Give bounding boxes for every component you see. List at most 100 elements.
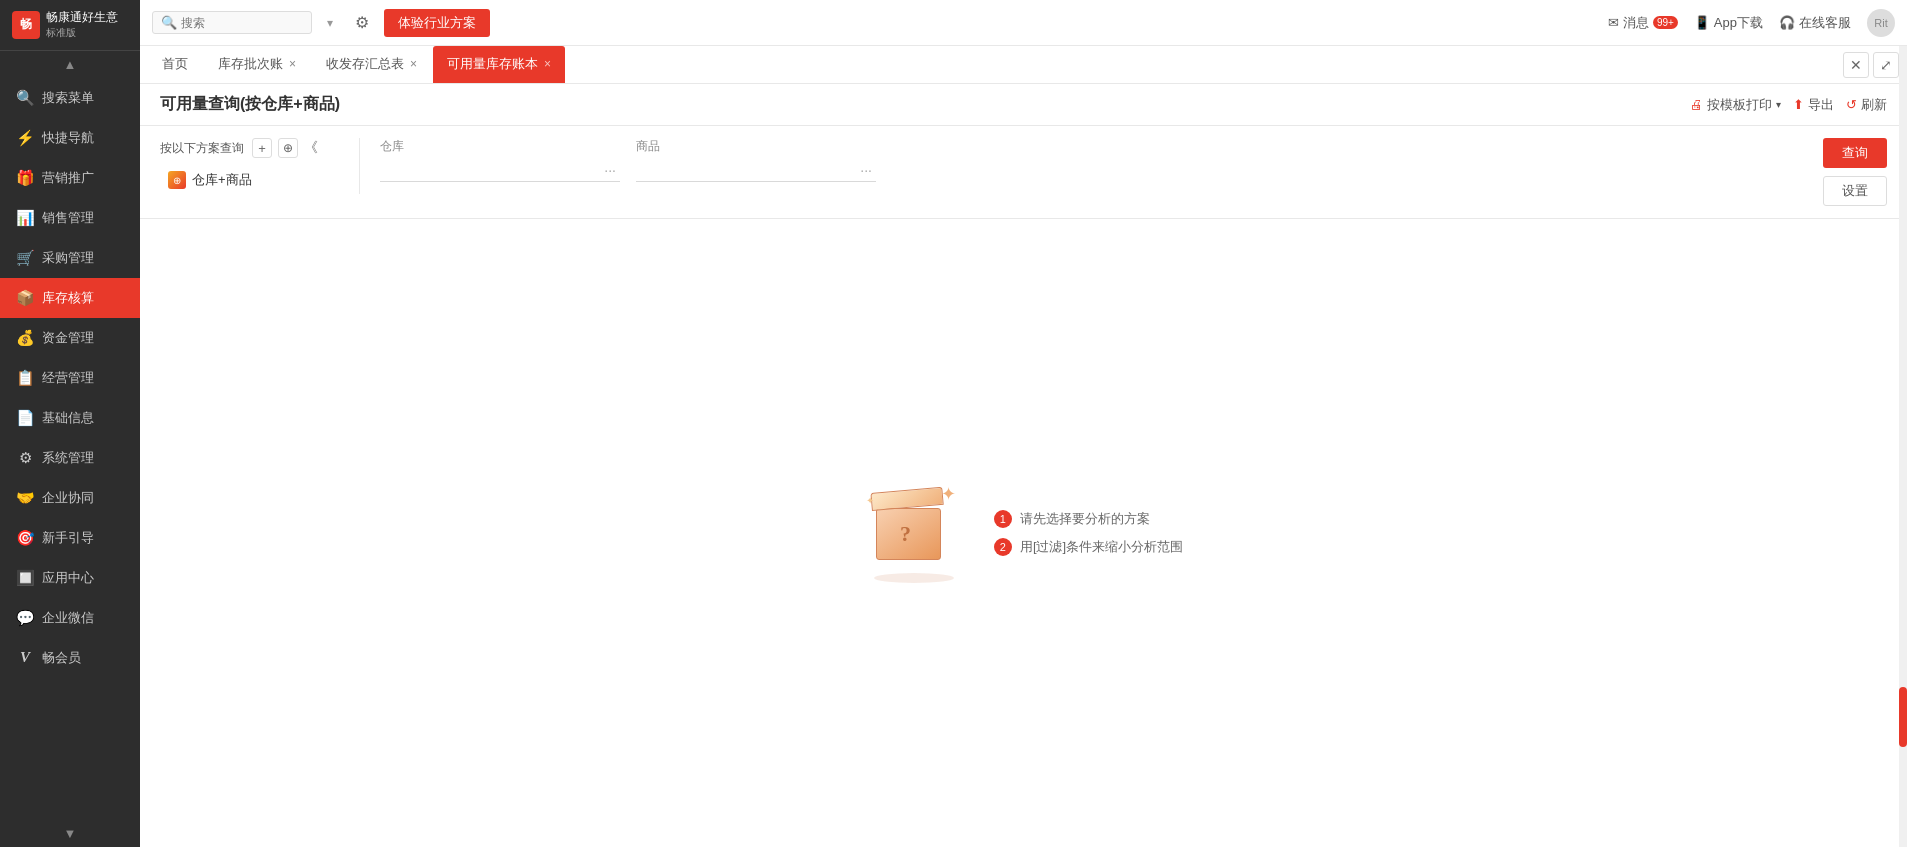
warehouse-filter-label: 仓库 xyxy=(380,138,620,155)
print-icon: 🖨 xyxy=(1690,97,1703,112)
tab-batch-account[interactable]: 库存批次账 × xyxy=(204,46,310,83)
logo-text: 畅康通好生意 标准版 xyxy=(46,10,118,40)
system-icon: ⚙ xyxy=(16,449,34,467)
sidebar-nav: 🔍 搜索菜单 ⚡ 快捷导航 🎁 营销推广 📊 销售管理 🛒 采购管理 📦 库存核… xyxy=(0,78,140,820)
warehouse-input[interactable] xyxy=(384,163,604,178)
product-filter-group: 商品 ··· xyxy=(636,138,876,182)
scheme-item-warehouse-product[interactable]: ⊕ 仓库+商品 xyxy=(160,166,343,194)
empty-tip-1: 1 请先选择要分析的方案 xyxy=(994,510,1183,528)
message-icon: ✉ xyxy=(1608,15,1619,30)
finance-icon: 💰 xyxy=(16,329,34,347)
page-header: 可用量查询(按仓库+商品) 🖨 按模板打印 ▾ ⬆ 导出 ↺ 刷新 xyxy=(140,84,1907,126)
sidebar-item-sales[interactable]: 📊 销售管理 xyxy=(0,198,140,238)
sidebar-item-app-center[interactable]: 🔲 应用中心 xyxy=(0,558,140,598)
wechat-icon: 💬 xyxy=(16,609,34,627)
settings-button[interactable]: 设置 xyxy=(1823,176,1887,206)
sidebar-item-vip[interactable]: V 畅会员 xyxy=(0,638,140,678)
warehouse-filter-input[interactable]: ··· xyxy=(380,159,620,182)
trial-industry-btn[interactable]: 体验行业方案 xyxy=(384,9,490,37)
tip-num-2: 2 xyxy=(994,538,1012,556)
product-filter-input[interactable]: ··· xyxy=(636,159,876,182)
sales-icon: 📊 xyxy=(16,209,34,227)
online-service-btn[interactable]: 🎧 在线客服 xyxy=(1779,14,1851,32)
tab-close-receipt-summary[interactable]: × xyxy=(410,57,417,71)
right-scrollbar[interactable] xyxy=(1899,46,1907,847)
headset-icon: 🎧 xyxy=(1779,15,1795,30)
tab-maximize-btn[interactable]: ⤢ xyxy=(1873,52,1899,78)
sidebar-item-finance[interactable]: 💰 资金管理 xyxy=(0,318,140,358)
search-icon: 🔍 xyxy=(16,89,34,107)
topbar-dropdown-btn[interactable]: ▾ xyxy=(320,13,340,33)
filter-section: 按以下方案查询 + ⊕ 《 ⊕ 仓库+商品 仓库 xyxy=(140,126,1907,219)
app-download-btn[interactable]: 📱 App下载 xyxy=(1694,14,1763,32)
query-button[interactable]: 查询 xyxy=(1823,138,1887,168)
inventory-icon: 📦 xyxy=(16,289,34,307)
quick-nav-icon: ⚡ xyxy=(16,129,34,147)
warehouse-filter-group: 仓库 ··· xyxy=(380,138,620,182)
empty-tip-2: 2 用[过滤]条件来缩小分析范围 xyxy=(994,538,1183,556)
topbar-search-icon: 🔍 xyxy=(161,15,177,30)
add-scheme-btn[interactable]: + xyxy=(252,138,272,158)
refresh-icon: ↺ xyxy=(1846,97,1857,112)
tabs-bar: 首页 库存批次账 × 收发存汇总表 × 可用量库存账本 × ✕ ⤢ xyxy=(140,46,1907,84)
topbar: 🔍 ▾ ⚙ 体验行业方案 ✉ 消息 99+ 📱 App下载 🎧 在线客服 Rit xyxy=(140,0,1907,46)
empty-state-inner: ? ✦ ✦ 1 请先选择要分析的方案 2 用[过滤]条件来缩小分析范围 xyxy=(864,483,1183,583)
query-buttons: 查询 设置 xyxy=(1807,138,1887,206)
main-area: 🔍 ▾ ⚙ 体验行业方案 ✉ 消息 99+ 📱 App下载 🎧 在线客服 Rit xyxy=(140,0,1907,847)
empty-state: ? ✦ ✦ 1 请先选择要分析的方案 2 用[过滤]条件来缩小分析范围 xyxy=(140,219,1907,847)
sidebar-item-marketing[interactable]: 🎁 营销推广 xyxy=(0,158,140,198)
warehouse-more-btn[interactable]: ··· xyxy=(604,162,616,178)
topbar-gear-btn[interactable]: ⚙ xyxy=(348,9,376,37)
scheme-item-icon: ⊕ xyxy=(168,171,186,189)
sidebar-item-enterprise[interactable]: 🤝 企业协同 xyxy=(0,478,140,518)
filter-scheme-panel: 按以下方案查询 + ⊕ 《 ⊕ 仓库+商品 xyxy=(160,138,360,194)
sidebar-scroll-down[interactable]: ▼ xyxy=(0,820,140,847)
app-center-icon: 🔲 xyxy=(16,569,34,587)
sidebar-item-operation[interactable]: 📋 经营管理 xyxy=(0,358,140,398)
user-avatar[interactable]: Rit xyxy=(1867,9,1895,37)
sidebar-item-purchase[interactable]: 🛒 采购管理 xyxy=(0,238,140,278)
sidebar-item-system[interactable]: ⚙ 系统管理 xyxy=(0,438,140,478)
guide-icon: 🎯 xyxy=(16,529,34,547)
sidebar-item-quick-nav[interactable]: ⚡ 快捷导航 xyxy=(0,118,140,158)
empty-state-tips: 1 请先选择要分析的方案 2 用[过滤]条件来缩小分析范围 xyxy=(994,510,1183,556)
filter-scheme-actions: + ⊕ 《 xyxy=(252,138,318,158)
sidebar-logo: 畅 畅康通好生意 标准版 xyxy=(12,10,128,40)
product-more-btn[interactable]: ··· xyxy=(860,162,872,178)
refresh-btn[interactable]: ↺ 刷新 xyxy=(1846,96,1887,114)
empty-state-icon: ? ✦ ✦ xyxy=(864,483,964,583)
tab-close-all-btn[interactable]: ✕ xyxy=(1843,52,1869,78)
page-content: 可用量查询(按仓库+商品) 🖨 按模板打印 ▾ ⬆ 导出 ↺ 刷新 xyxy=(140,84,1907,847)
topbar-right: ✉ 消息 99+ 📱 App下载 🎧 在线客服 Rit xyxy=(1608,9,1895,37)
tab-close-batch-account[interactable]: × xyxy=(289,57,296,71)
topbar-search-input[interactable] xyxy=(181,16,291,30)
print-btn[interactable]: 🖨 按模板打印 ▾ xyxy=(1690,96,1781,114)
sidebar-item-inventory[interactable]: 📦 库存核算 xyxy=(0,278,140,318)
settings-scheme-btn[interactable]: ⊕ xyxy=(278,138,298,158)
product-filter-label: 商品 xyxy=(636,138,876,155)
tab-home[interactable]: 首页 xyxy=(148,46,202,83)
topbar-search-box[interactable]: 🔍 xyxy=(152,11,312,34)
message-badge: 99+ xyxy=(1653,16,1678,29)
sidebar-item-basic-info[interactable]: 📄 基础信息 xyxy=(0,398,140,438)
operation-icon: 📋 xyxy=(16,369,34,387)
tab-close-available-stock[interactable]: × xyxy=(544,57,551,71)
print-dropdown-icon: ▾ xyxy=(1776,99,1781,110)
sidebar-scroll-up[interactable]: ▲ xyxy=(0,51,140,78)
tab-available-stock[interactable]: 可用量库存账本 × xyxy=(433,46,565,83)
filter-inputs: 仓库 ··· 商品 ··· xyxy=(360,138,1807,182)
export-btn[interactable]: ⬆ 导出 xyxy=(1793,96,1834,114)
sidebar-item-search[interactable]: 🔍 搜索菜单 xyxy=(0,78,140,118)
page-title: 可用量查询(按仓库+商品) xyxy=(160,94,340,115)
message-btn[interactable]: ✉ 消息 99+ xyxy=(1608,14,1678,32)
tabs-actions: ✕ ⤢ xyxy=(1843,52,1899,78)
tab-receipt-summary[interactable]: 收发存汇总表 × xyxy=(312,46,431,83)
export-icon: ⬆ xyxy=(1793,97,1804,112)
right-scrollbar-thumb[interactable] xyxy=(1899,687,1907,747)
enterprise-icon: 🤝 xyxy=(16,489,34,507)
purchase-icon: 🛒 xyxy=(16,249,34,267)
sidebar-item-guide[interactable]: 🎯 新手引导 xyxy=(0,518,140,558)
product-input[interactable] xyxy=(640,163,860,178)
collapse-scheme-btn[interactable]: 《 xyxy=(304,139,318,157)
sidebar-item-wechat[interactable]: 💬 企业微信 xyxy=(0,598,140,638)
